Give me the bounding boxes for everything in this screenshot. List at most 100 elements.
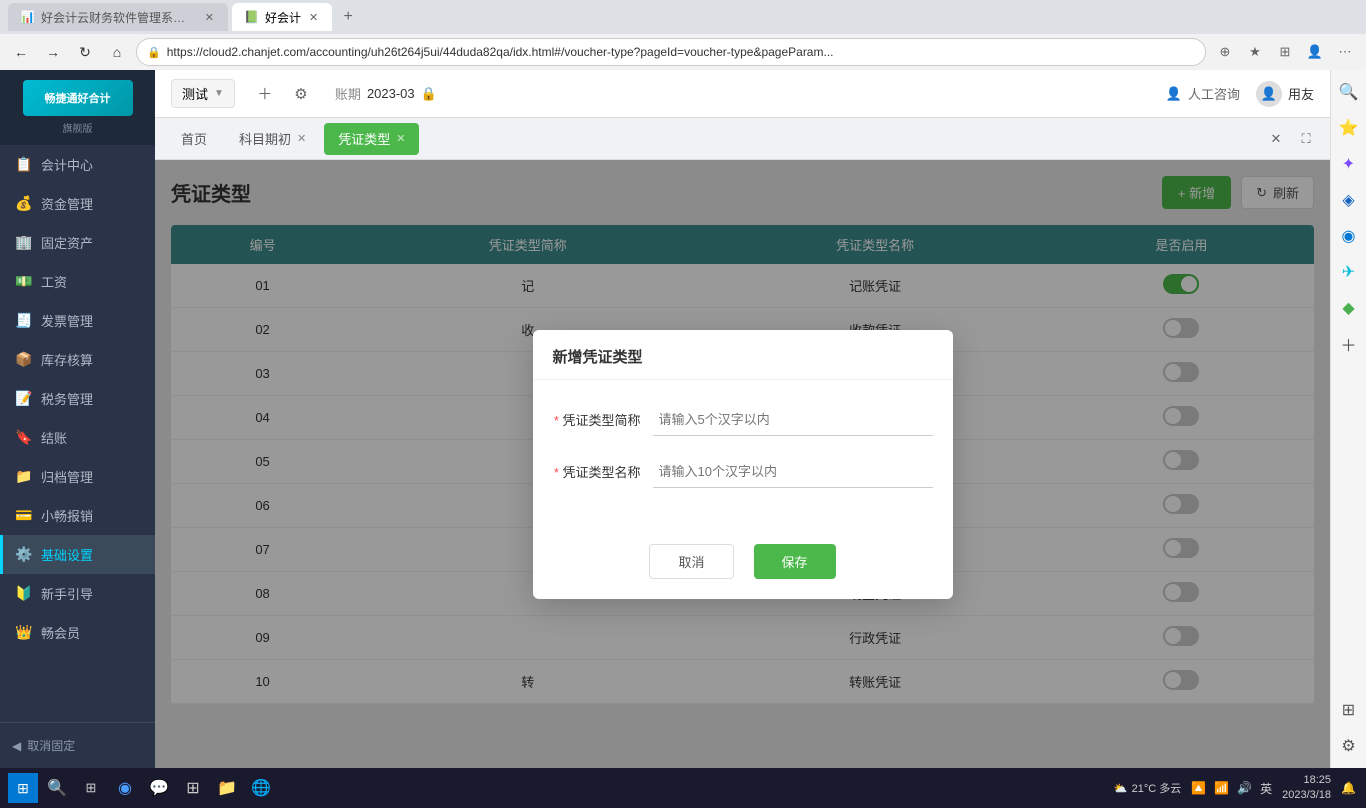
- sidebar-item-invoice[interactable]: 🧾 发票管理: [0, 301, 155, 340]
- abbr-label: 凭证类型简称: [553, 410, 653, 429]
- right-settings-button[interactable]: ⚙: [1335, 732, 1363, 760]
- nav-refresh-button[interactable]: ↻: [72, 39, 98, 65]
- period-lock-icon: 🔒: [421, 86, 437, 102]
- period-label: 账期: [335, 84, 361, 103]
- right-star-button[interactable]: ⭐: [1335, 114, 1363, 142]
- tab-home[interactable]: 首页: [167, 123, 221, 155]
- tab-subject-close-icon[interactable]: ✕: [297, 132, 306, 145]
- taskbar-apps2-icon[interactable]: ⊞: [178, 773, 208, 803]
- lang-icon[interactable]: 英: [1258, 778, 1274, 799]
- consulting-button[interactable]: 👤 人工咨询: [1166, 84, 1240, 103]
- right-outlook-button[interactable]: ◉: [1335, 222, 1363, 250]
- abbr-input[interactable]: [653, 404, 933, 436]
- right-plus-button[interactable]: ＋: [1335, 330, 1363, 358]
- sidebar-item-capital[interactable]: 💰 资金管理: [0, 184, 155, 223]
- sidebar-item-archive[interactable]: 📁 归档管理: [0, 457, 155, 496]
- main-content: 测试 ▼ ＋ ⚙ 账期 2023-03 🔒 👤 人工咨询 👤 用友: [155, 70, 1330, 768]
- nav-forward-button[interactable]: →: [40, 39, 66, 65]
- modal-cancel-button[interactable]: 取消: [649, 544, 733, 579]
- sidebar-item-settings[interactable]: ⚙️ 基础设置: [0, 535, 155, 574]
- sidebar-item-dashboard[interactable]: 📋 会计中心: [0, 145, 155, 184]
- right-green-button[interactable]: ◆: [1335, 294, 1363, 322]
- sidebar-item-member[interactable]: 👑 畅会员: [0, 613, 155, 652]
- cancel-pin-label: 取消固定: [27, 737, 75, 754]
- extensions-button[interactable]: ⊕: [1212, 39, 1238, 65]
- sidebar-item-settlement[interactable]: 🔖 结账: [0, 418, 155, 457]
- new-tab-button[interactable]: +: [336, 5, 360, 29]
- workspace-selector[interactable]: 测试 ▼: [171, 79, 235, 108]
- tab1-close-icon[interactable]: ✕: [203, 9, 216, 26]
- taskbar-wechat-icon[interactable]: 💬: [144, 773, 174, 803]
- sidebar-label-invoice: 发票管理: [41, 311, 93, 330]
- clock-time: 18:25: [1282, 773, 1331, 788]
- right-search-button[interactable]: 🔍: [1335, 78, 1363, 106]
- tab-voucher-type-label: 凭证类型: [338, 129, 390, 148]
- nav-back-button[interactable]: ←: [8, 39, 34, 65]
- modal-save-button[interactable]: 保存: [754, 544, 836, 579]
- tab-collapse-button[interactable]: ✕: [1264, 127, 1288, 151]
- taskbar-chrome-icon[interactable]: ◉: [110, 773, 140, 803]
- sidebar-item-salary[interactable]: 💵 工资: [0, 262, 155, 301]
- add-workspace-button[interactable]: ＋: [251, 80, 279, 108]
- archive-icon: 📁: [15, 468, 33, 486]
- sidebar-label-tax: 税务管理: [41, 389, 93, 408]
- form-row-abbr: 凭证类型简称: [553, 404, 933, 436]
- app-container: 畅捷通好合计 旗舰版 📋 会计中心 💰 资金管理 🏢 固定资产 💵 工资 �: [0, 70, 1366, 768]
- taskbar-folder-icon[interactable]: 📁: [212, 773, 242, 803]
- taskbar-edge-icon[interactable]: 🌐: [246, 773, 276, 803]
- right-grid-button[interactable]: ⊞: [1335, 696, 1363, 724]
- bookmark-button[interactable]: ★: [1242, 39, 1268, 65]
- sidebar-item-fixed-assets[interactable]: 🏢 固定资产: [0, 223, 155, 262]
- right-blue-btn[interactable]: ◈: [1335, 186, 1363, 214]
- name-input[interactable]: [653, 456, 933, 488]
- browser-tab-2[interactable]: 📗 好会计 ✕: [232, 3, 332, 31]
- network-icon[interactable]: 🔼: [1189, 779, 1208, 797]
- sidebar-item-guide[interactable]: 🔰 新手引导: [0, 574, 155, 613]
- right-panel: 🔍 ⭐ ✦ ◈ ◉ ✈ ◆ ＋ ⊞ ⚙: [1330, 70, 1366, 768]
- notification-icon[interactable]: 🔔: [1339, 779, 1358, 797]
- modal-body: 凭证类型简称 凭证类型名称: [533, 380, 953, 532]
- sidebar-label-expense: 小畅报销: [41, 506, 93, 525]
- tab-voucher-type[interactable]: 凭证类型 ✕: [324, 123, 419, 155]
- tab-expand-buttons: ✕ ⛶: [1264, 127, 1318, 151]
- browser-actions: ⊕ ★ ⊞ 👤 ⋯: [1212, 39, 1358, 65]
- grid-button[interactable]: ⊞: [1272, 39, 1298, 65]
- browser-tab-1[interactable]: 📊 好会计云财务软件管理系统_会计 ✕: [8, 3, 228, 31]
- sidebar-item-inventory[interactable]: 📦 库存核算: [0, 340, 155, 379]
- consulting-label: 人工咨询: [1188, 84, 1240, 103]
- user-info[interactable]: 👤 用友: [1256, 81, 1314, 107]
- sidebar-label-salary: 工资: [41, 272, 67, 291]
- sidebar-label-archive: 归档管理: [41, 467, 93, 486]
- right-plug-button[interactable]: ✦: [1335, 150, 1363, 178]
- modal-header: 新增凭证类型: [533, 330, 953, 380]
- address-bar[interactable]: 🔒 https://cloud2.chanjet.com/accounting/…: [136, 38, 1206, 66]
- pin-icon: ◀: [12, 739, 21, 753]
- taskbar: ⊞ 🔍 ⊞ ◉ 💬 ⊞ 📁 🌐 ⛅ 21°C 多云 🔼 📶 🔊 英 18:25 …: [0, 768, 1366, 808]
- taskbar-apps-icon[interactable]: ⊞: [76, 773, 106, 803]
- taskbar-search-icon[interactable]: 🔍: [42, 773, 72, 803]
- nav-home-button[interactable]: ⌂: [104, 39, 130, 65]
- sidebar-label-settlement: 结账: [41, 428, 67, 447]
- taskbar-start-button[interactable]: ⊞: [8, 773, 38, 803]
- right-feather-button[interactable]: ✈: [1335, 258, 1363, 286]
- sidebar-item-tax[interactable]: 📝 税务管理: [0, 379, 155, 418]
- tab-voucher-type-close-icon[interactable]: ✕: [396, 132, 405, 145]
- workspace-name: 测试: [182, 84, 208, 103]
- tab2-close-icon[interactable]: ✕: [307, 9, 320, 26]
- wifi-icon[interactable]: 📶: [1212, 779, 1231, 797]
- page-area: 凭证类型 + 新增 ↻ 刷新 编号 凭证类型简称: [155, 160, 1330, 768]
- tab-bar: 📊 好会计云财务软件管理系统_会计 ✕ 📗 好会计 ✕ +: [0, 0, 1366, 34]
- sidebar-label-guide: 新手引导: [41, 584, 93, 603]
- sidebar-label-inventory: 库存核算: [41, 350, 93, 369]
- sidebar-item-expense[interactable]: 💳 小畅报销: [0, 496, 155, 535]
- user-avatar: 👤: [1256, 81, 1282, 107]
- profile-button[interactable]: 👤: [1302, 39, 1328, 65]
- more-button[interactable]: ⋯: [1332, 39, 1358, 65]
- tab-subject[interactable]: 科目期初 ✕: [225, 123, 320, 155]
- settings-gear-button[interactable]: ⚙: [287, 80, 315, 108]
- sound-icon[interactable]: 🔊: [1235, 779, 1254, 797]
- taskbar-right: ⛅ 21°C 多云 🔼 📶 🔊 英 18:25 2023/3/18 🔔: [1114, 773, 1358, 804]
- cancel-pin-button[interactable]: ◀ 取消固定: [12, 731, 143, 760]
- member-icon: 👑: [15, 624, 33, 642]
- tab-fullscreen-button[interactable]: ⛶: [1294, 127, 1318, 151]
